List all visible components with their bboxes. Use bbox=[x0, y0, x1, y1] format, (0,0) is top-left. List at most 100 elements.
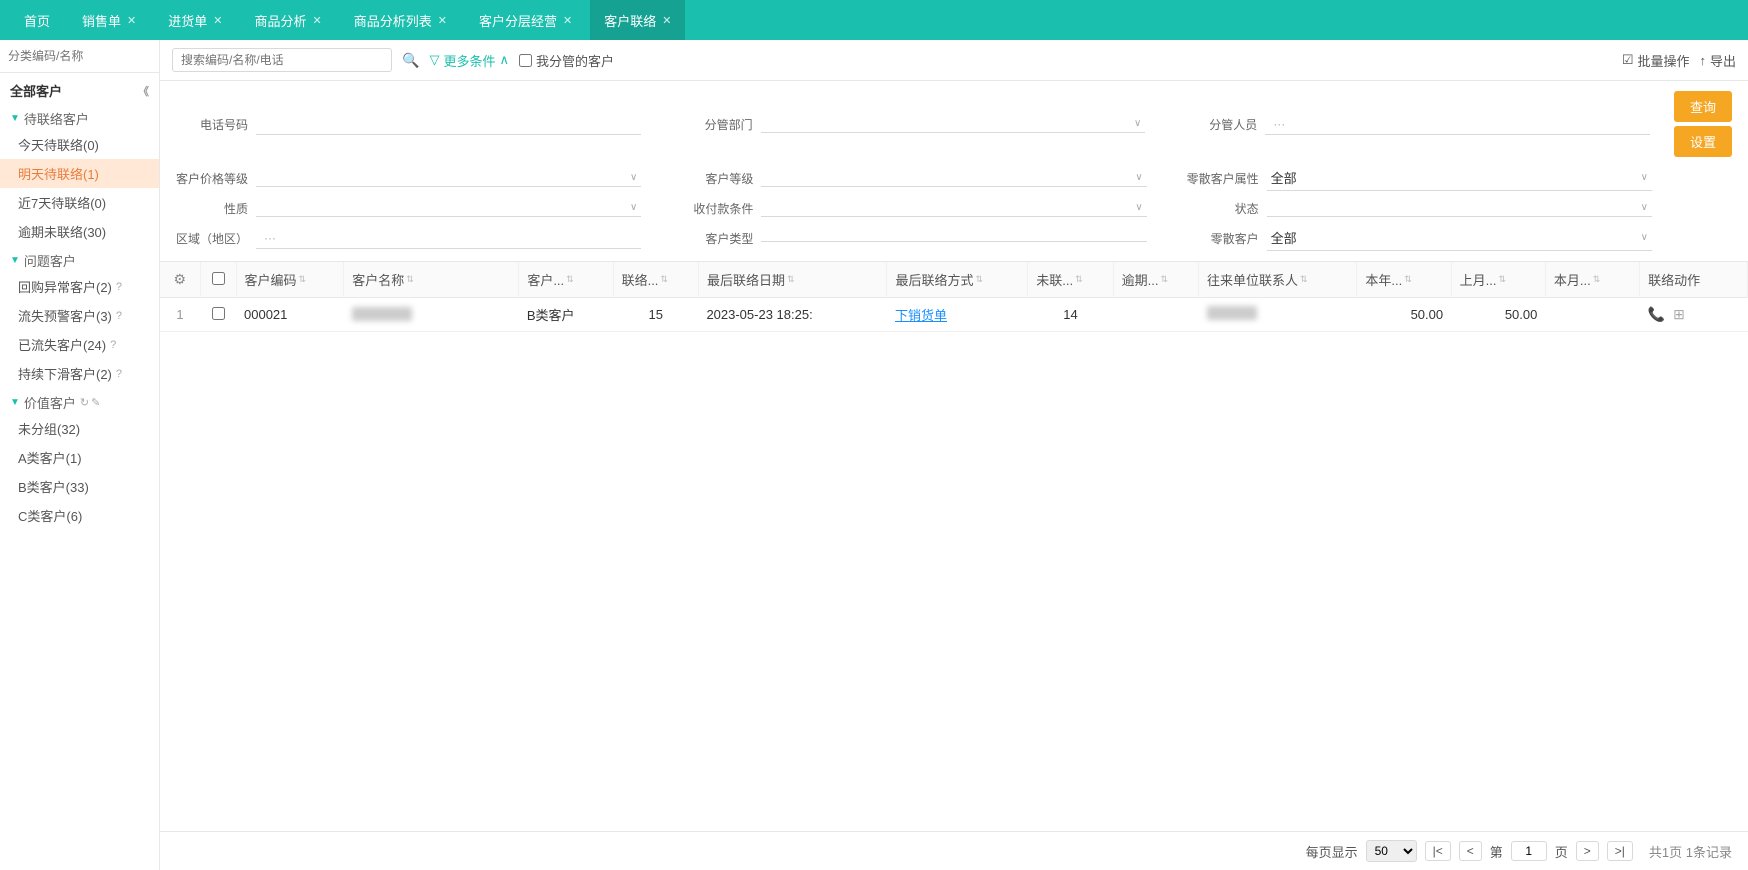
sort-this-month-icon[interactable]: ⇅ bbox=[1593, 274, 1601, 285]
th-code[interactable]: 客户编码⇅ bbox=[236, 262, 344, 298]
retail-attr-select[interactable]: 全部 ∨ bbox=[1267, 165, 1652, 191]
pending-contact-section[interactable]: ▼ 待联络客户 bbox=[0, 104, 159, 130]
retail-customer-select[interactable]: 全部 ∨ bbox=[1267, 225, 1652, 251]
action-grid-icon[interactable]: ⊞ bbox=[1673, 306, 1685, 323]
sidebar-item-tomorrow-pending[interactable]: 明天待联络(1) bbox=[0, 159, 159, 188]
sidebar-item-today-pending[interactable]: 今天待联络(0) bbox=[0, 130, 159, 159]
my-customers-checkbox[interactable]: 我分管的客户 bbox=[519, 51, 614, 70]
sidebar-item-ungrouped[interactable]: 未分组(32) bbox=[0, 414, 159, 443]
next-page-button[interactable]: > bbox=[1576, 841, 1599, 861]
sort-method-icon[interactable]: ⇅ bbox=[976, 274, 984, 285]
person-dots-icon[interactable]: ··· bbox=[1273, 117, 1285, 131]
sort-overdue-icon[interactable]: ⇅ bbox=[1161, 274, 1169, 285]
sidebar-item-declining[interactable]: 持续下滑客户(2) ? bbox=[0, 359, 159, 388]
payment-select[interactable]: ∨ bbox=[761, 199, 1146, 217]
query-button[interactable]: 查询 bbox=[1674, 91, 1732, 122]
sidebar-search-input[interactable] bbox=[8, 49, 160, 63]
price-level-select[interactable]: ∨ bbox=[256, 169, 641, 187]
sidebar-item-b-class[interactable]: B类客户(33) bbox=[0, 472, 159, 501]
page-input[interactable] bbox=[1511, 841, 1547, 861]
th-unit-contacts[interactable]: 往来单位联系人⇅ bbox=[1199, 262, 1357, 298]
customer-type-select[interactable] bbox=[761, 235, 1146, 242]
per-page-select[interactable]: 50 100 bbox=[1366, 840, 1417, 862]
customer-level-select[interactable]: ∨ bbox=[761, 169, 1146, 187]
sidebar-item-7days-pending[interactable]: 近7天待联络(0) bbox=[0, 188, 159, 217]
th-this-month[interactable]: 本月...⇅ bbox=[1545, 262, 1639, 298]
sort-year-icon[interactable]: ⇅ bbox=[1404, 274, 1412, 285]
last-page-button[interactable]: >| bbox=[1607, 841, 1633, 861]
sort-type-icon[interactable]: ⇅ bbox=[566, 274, 574, 285]
problem-customers-section[interactable]: ▼ 问题客户 bbox=[0, 246, 159, 272]
refresh-icon[interactable]: ↻ bbox=[80, 396, 89, 409]
nav-purchase[interactable]: 进货单 ✕ bbox=[154, 0, 236, 40]
close-sales-icon[interactable]: ✕ bbox=[127, 14, 136, 27]
sort-code-icon[interactable]: ⇅ bbox=[299, 274, 307, 285]
sidebar-item-a-class[interactable]: A类客户(1) bbox=[0, 443, 159, 472]
nav-product-analysis[interactable]: 商品分析 ✕ bbox=[240, 0, 335, 40]
th-last-method[interactable]: 最后联络方式⇅ bbox=[887, 262, 1028, 298]
first-page-button[interactable]: |< bbox=[1425, 841, 1451, 861]
region-dots-icon[interactable]: ··· bbox=[264, 231, 276, 245]
close-customer-tier-icon[interactable]: ✕ bbox=[563, 14, 572, 27]
help-icon-0[interactable]: ? bbox=[116, 281, 122, 293]
th-contact-count[interactable]: 联络...⇅ bbox=[613, 262, 698, 298]
nav-product-analysis-list[interactable]: 商品分析列表 ✕ bbox=[340, 0, 461, 40]
filter-icon: ▽ bbox=[429, 52, 439, 68]
payment-label: 收付款条件 bbox=[681, 200, 761, 217]
close-product-analysis-list-icon[interactable]: ✕ bbox=[438, 14, 447, 27]
region-select[interactable]: ··· bbox=[256, 228, 641, 249]
sort-date-icon[interactable]: ⇅ bbox=[787, 274, 795, 285]
sidebar-item-overdue-pending[interactable]: 逾期未联络(30) bbox=[0, 217, 159, 246]
sort-name-icon[interactable]: ⇅ bbox=[406, 274, 414, 285]
nav-home[interactable]: 首页 bbox=[10, 0, 64, 40]
phone-input[interactable] bbox=[256, 114, 641, 135]
th-name[interactable]: 客户名称⇅ bbox=[344, 262, 519, 298]
sort-pending-icon[interactable]: ⇅ bbox=[1075, 274, 1083, 285]
th-year-amount[interactable]: 本年...⇅ bbox=[1357, 262, 1451, 298]
filter-search-icon[interactable]: 🔍 bbox=[402, 52, 419, 69]
person-select[interactable]: ··· bbox=[1265, 114, 1650, 135]
more-conditions-button[interactable]: ▽ 更多条件 ∧ bbox=[429, 51, 509, 70]
search-input[interactable] bbox=[172, 48, 392, 72]
value-customers-section[interactable]: ▼ 价值客户 ↻ ✎ bbox=[0, 388, 159, 414]
sidebar-item-c-class[interactable]: C类客户(6) bbox=[0, 501, 159, 530]
dept-select[interactable]: ∨ bbox=[761, 115, 1146, 133]
close-customer-contact-icon[interactable]: ✕ bbox=[662, 14, 671, 27]
nav-customer-contact[interactable]: 客户联络 ✕ bbox=[590, 0, 685, 40]
row-checkbox[interactable] bbox=[212, 307, 225, 320]
cell-checkbox[interactable] bbox=[200, 298, 236, 332]
sidebar-item-churn-warning[interactable]: 流失预警客户(3) ? bbox=[0, 301, 159, 330]
nature-select[interactable]: ∨ bbox=[256, 199, 641, 217]
help-icon-2[interactable]: ? bbox=[110, 339, 116, 351]
my-customers-check[interactable] bbox=[519, 54, 532, 67]
sidebar-item-repurchase-abnormal[interactable]: 回购异常客户(2) ? bbox=[0, 272, 159, 301]
prev-page-button[interactable]: < bbox=[1459, 841, 1482, 861]
sidebar-item-churned[interactable]: 已流失客户(24) ? bbox=[0, 330, 159, 359]
export-button[interactable]: ↑ 导出 bbox=[1699, 51, 1736, 70]
set-button[interactable]: 设置 bbox=[1674, 126, 1732, 157]
action-phone-icon[interactable]: 📞 bbox=[1648, 306, 1665, 323]
nav-sales[interactable]: 销售单 ✕ bbox=[68, 0, 150, 40]
sort-contacts-icon[interactable]: ⇅ bbox=[1300, 274, 1308, 285]
th-overdue[interactable]: 逾期...⇅ bbox=[1113, 262, 1198, 298]
nav-customer-tier[interactable]: 客户分层经营 ✕ bbox=[465, 0, 586, 40]
help-icon-3[interactable]: ? bbox=[116, 368, 122, 380]
sort-contact-icon[interactable]: ⇅ bbox=[660, 274, 668, 285]
status-select[interactable]: ∨ bbox=[1267, 199, 1652, 217]
last-method-link[interactable]: 下销货单 bbox=[895, 308, 947, 323]
help-icon-1[interactable]: ? bbox=[116, 310, 122, 322]
th-last-date[interactable]: 最后联络日期⇅ bbox=[698, 262, 887, 298]
th-pending[interactable]: 未联...⇅ bbox=[1028, 262, 1113, 298]
edit-value-icon[interactable]: ✎ bbox=[91, 396, 100, 409]
sort-last-month-icon[interactable]: ⇅ bbox=[1498, 274, 1506, 285]
gear-icon[interactable]: ⚙ bbox=[173, 271, 186, 287]
all-customers-header[interactable]: 全部客户 《 bbox=[0, 73, 159, 104]
th-type[interactable]: 客户...⇅ bbox=[519, 262, 613, 298]
batch-op-button[interactable]: ☑ 批量操作 bbox=[1622, 51, 1690, 70]
select-all-checkbox[interactable] bbox=[212, 272, 225, 285]
th-last-month[interactable]: 上月...⇅ bbox=[1451, 262, 1545, 298]
close-purchase-icon[interactable]: ✕ bbox=[213, 14, 222, 27]
cell-last-method[interactable]: 下销货单 bbox=[887, 298, 1028, 332]
close-product-analysis-icon[interactable]: ✕ bbox=[313, 14, 322, 27]
filter-row-1: 电话号码 分管部门 ∨ 分管人员 ··· bbox=[176, 91, 1732, 157]
